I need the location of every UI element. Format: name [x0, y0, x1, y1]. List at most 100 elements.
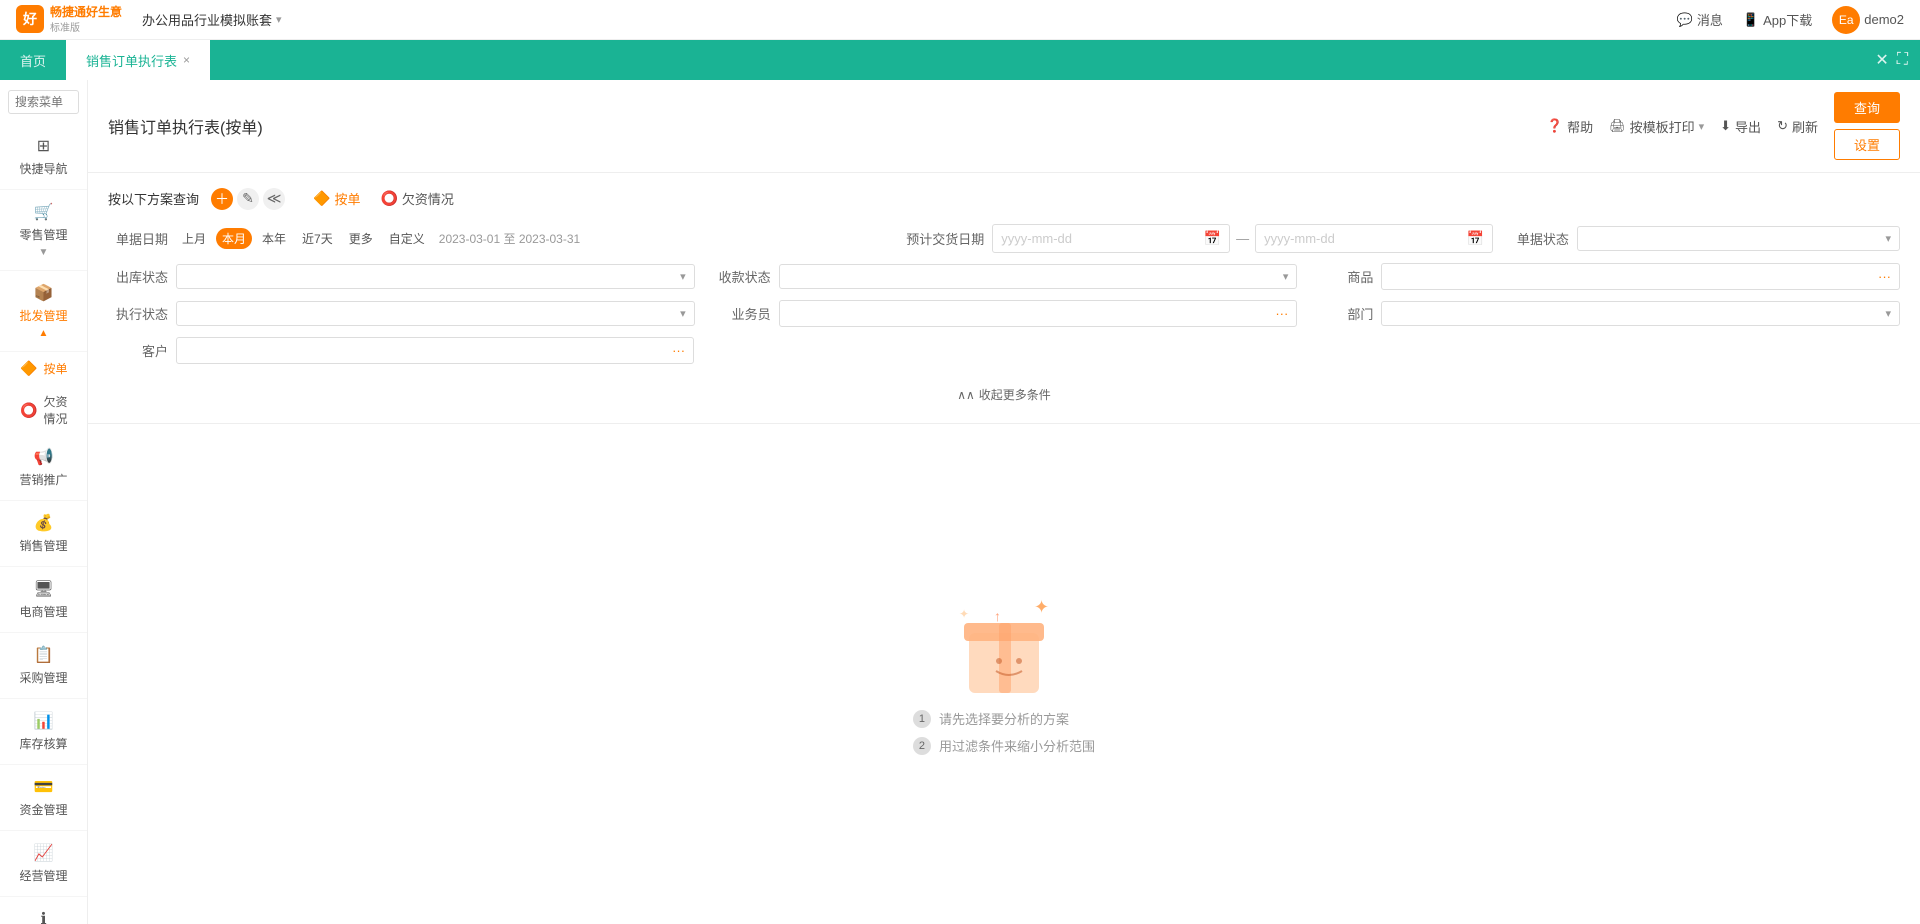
- company-name[interactable]: 办公用品行业模拟账套 ▾: [142, 10, 282, 29]
- exec-status-field: 执行状态 ▾: [108, 301, 695, 326]
- purchase-icon: 📋: [34, 645, 54, 665]
- salesperson-input[interactable]: ···: [779, 300, 1298, 327]
- plan-sub-items: 🔶 按单 ⭕ 欠资情况: [305, 185, 462, 212]
- out-status-select[interactable]: ▾: [176, 264, 695, 289]
- page-title: 销售订单执行表(按单): [108, 114, 263, 150]
- filter-row-1: 单据日期 上月 本月 本年 近7天 更多 自定义 2023-03-01 至 20…: [108, 224, 1900, 253]
- sales-icon: 💰: [34, 513, 54, 533]
- order-sub-icon: 🔶: [20, 360, 37, 377]
- dept-select[interactable]: ▾: [1381, 301, 1900, 326]
- window-close-icon[interactable]: ✕: [1875, 50, 1888, 70]
- customer-input[interactable]: ···: [176, 337, 694, 364]
- export-action[interactable]: ⬇ 导出: [1720, 117, 1761, 136]
- print-icon: 🖨: [1609, 118, 1626, 134]
- user-profile[interactable]: Ea demo2: [1832, 6, 1904, 34]
- sidebar-item-ecommerce[interactable]: 🖥 电商管理: [0, 567, 87, 633]
- company-chevron-icon: ▾: [276, 13, 282, 26]
- goods-label: 商品: [1313, 267, 1373, 286]
- app-download-nav-item[interactable]: 📱 App下载: [1743, 10, 1812, 29]
- template-print-action[interactable]: 🖨 按模板打印 ▾: [1609, 117, 1704, 136]
- help-icon: ❓: [1547, 118, 1563, 134]
- sidebar-item-wholesale[interactable]: 📦 批发管理 ▲: [0, 271, 87, 352]
- date-btn-more[interactable]: 更多: [343, 228, 379, 249]
- sidebar-sub-item-debt[interactable]: ⭕ 欠资情况: [0, 385, 87, 435]
- customer-label: 客户: [108, 341, 168, 360]
- date-btn-custom[interactable]: 自定义: [383, 228, 431, 249]
- out-status-label: 出库状态: [108, 267, 168, 286]
- date-end-input[interactable]: yyyy-mm-dd 📅: [1255, 224, 1493, 253]
- date-btn-this-month[interactable]: 本月: [216, 228, 252, 249]
- plan-sub-item-order[interactable]: 🔶 按单: [305, 185, 368, 212]
- order-status-select[interactable]: ▾: [1577, 226, 1900, 251]
- plan-edit-button[interactable]: ✎: [237, 188, 259, 210]
- filter-rows: 单据日期 上月 本月 本年 近7天 更多 自定义 2023-03-01 至 20…: [108, 224, 1900, 411]
- filter-panel: 按以下方案查询 ＋ ✎ ≪ 🔶 按单 ⭕ 欠资情况: [88, 173, 1920, 424]
- retail-expand-icon: ▼: [39, 247, 49, 258]
- sidebar-item-marketing[interactable]: 📢 营销推广: [0, 435, 87, 501]
- date-separator: —: [1236, 231, 1249, 246]
- tab-sales-order-exec[interactable]: 销售订单执行表 ×: [66, 40, 210, 80]
- window-expand-icon[interactable]: ⛶: [1897, 51, 1908, 69]
- refresh-action[interactable]: ↻ 刷新: [1777, 117, 1818, 136]
- date-range-hint: 2023-03-01 至 2023-03-31: [439, 230, 580, 247]
- sidebar-item-operation[interactable]: 📈 经营管理: [0, 831, 87, 897]
- date-btn-this-year[interactable]: 本年: [256, 228, 292, 249]
- goods-input[interactable]: ···: [1381, 263, 1900, 290]
- sidebar-item-retail[interactable]: 🛒 零售管理 ▼: [0, 190, 87, 271]
- expected-date-field: 预计交货日期 yyyy-mm-dd 📅 — yyyy-mm-dd 📅: [906, 224, 1493, 253]
- sidebar-item-inventory[interactable]: 📊 库存核算: [0, 699, 87, 765]
- sidebar-item-purchase[interactable]: 📋 采购管理: [0, 633, 87, 699]
- query-button[interactable]: 查询: [1834, 92, 1900, 123]
- date-end-icon: 📅: [1466, 230, 1483, 247]
- exec-status-select[interactable]: ▾: [176, 301, 695, 326]
- date-start-input[interactable]: yyyy-mm-dd 📅: [992, 224, 1230, 253]
- empty-text: 1 请先选择要分析的方案 2 用过滤条件来缩小分析范围: [913, 709, 1095, 755]
- operation-icon: 📈: [34, 843, 54, 863]
- plan-collapse-button[interactable]: ≪: [263, 188, 285, 210]
- out-status-field: 出库状态 ▾: [108, 264, 695, 289]
- sidebar-item-basic-info[interactable]: ℹ 基础信息: [0, 897, 87, 924]
- salesperson-field: 业务员 ···: [711, 300, 1298, 327]
- tab-window-actions: ✕ ⛶: [1863, 40, 1920, 80]
- plan-actions: ＋ ✎ ≪: [211, 188, 285, 210]
- settings-button[interactable]: 设置: [1834, 129, 1900, 160]
- ecommerce-icon: 🖥: [33, 579, 53, 599]
- collapse-chevron-icon: ∧∧: [957, 388, 975, 402]
- sidebar-item-finance[interactable]: 💳 资金管理: [0, 765, 87, 831]
- empty-hint-2: 2 用过滤条件来缩小分析范围: [913, 736, 1095, 755]
- refresh-icon: ↻: [1777, 118, 1788, 134]
- message-nav-item[interactable]: 💬 消息: [1677, 10, 1723, 29]
- tab-close-icon[interactable]: ×: [183, 53, 190, 67]
- date-btn-last-7-days[interactable]: 近7天: [296, 228, 339, 249]
- message-icon: 💬: [1677, 12, 1693, 28]
- plan-sub-item-debt[interactable]: ⭕ 欠资情况: [372, 185, 461, 212]
- receipt-status-select[interactable]: ▾: [779, 264, 1298, 289]
- avatar: Ea: [1832, 6, 1860, 34]
- empty-illustration: ✦ ✦ ↑: [954, 593, 1054, 693]
- order-status-field: 单据状态 ▾: [1509, 226, 1900, 251]
- tab-home[interactable]: 首页: [0, 40, 66, 80]
- export-icon: ⬇: [1720, 118, 1731, 134]
- top-bar-right: 💬 消息 📱 App下载 Ea demo2: [1677, 6, 1904, 34]
- date-quick-btns: 上月 本月 本年 近7天 更多 自定义: [176, 228, 431, 249]
- sidebar: ⊞ 快捷导航 🛒 零售管理 ▼ 📦 批发管理 ▲ 🔶 按单 ⭕ 欠资情况 📢 营…: [0, 80, 88, 924]
- date-btn-last-month[interactable]: 上月: [176, 228, 212, 249]
- expected-date-label: 预计交货日期: [906, 229, 984, 248]
- finance-icon: 💳: [34, 777, 54, 797]
- exec-status-label: 执行状态: [108, 304, 168, 323]
- search-input[interactable]: [8, 90, 79, 114]
- logo-text-block: 畅捷通好生意 标准版: [50, 5, 122, 34]
- plan-add-button[interactable]: ＋: [211, 188, 233, 210]
- sidebar-sub-item-order[interactable]: 🔶 按单: [0, 352, 87, 385]
- collapse-btn[interactable]: ∧∧ 收起更多条件: [108, 378, 1900, 411]
- nav-tabs: 首页 销售订单执行表 × ✕ ⛶: [0, 40, 1920, 80]
- content-area: 销售订单执行表(按单) ❓ 帮助 🖨 按模板打印 ▾ ⬇ 导出 ↻ 刷新: [88, 80, 1920, 924]
- sidebar-item-sales[interactable]: 💰 销售管理: [0, 501, 87, 567]
- dept-field: 部门 ▾: [1313, 301, 1900, 326]
- empty-num-2: 2: [913, 737, 931, 755]
- svg-text:✦: ✦: [959, 607, 969, 621]
- order-status-chevron-icon: ▾: [1885, 232, 1891, 245]
- sidebar-item-quick-nav[interactable]: ⊞ 快捷导航: [0, 124, 87, 190]
- dept-label: 部门: [1313, 304, 1373, 323]
- help-action[interactable]: ❓ 帮助: [1547, 117, 1593, 136]
